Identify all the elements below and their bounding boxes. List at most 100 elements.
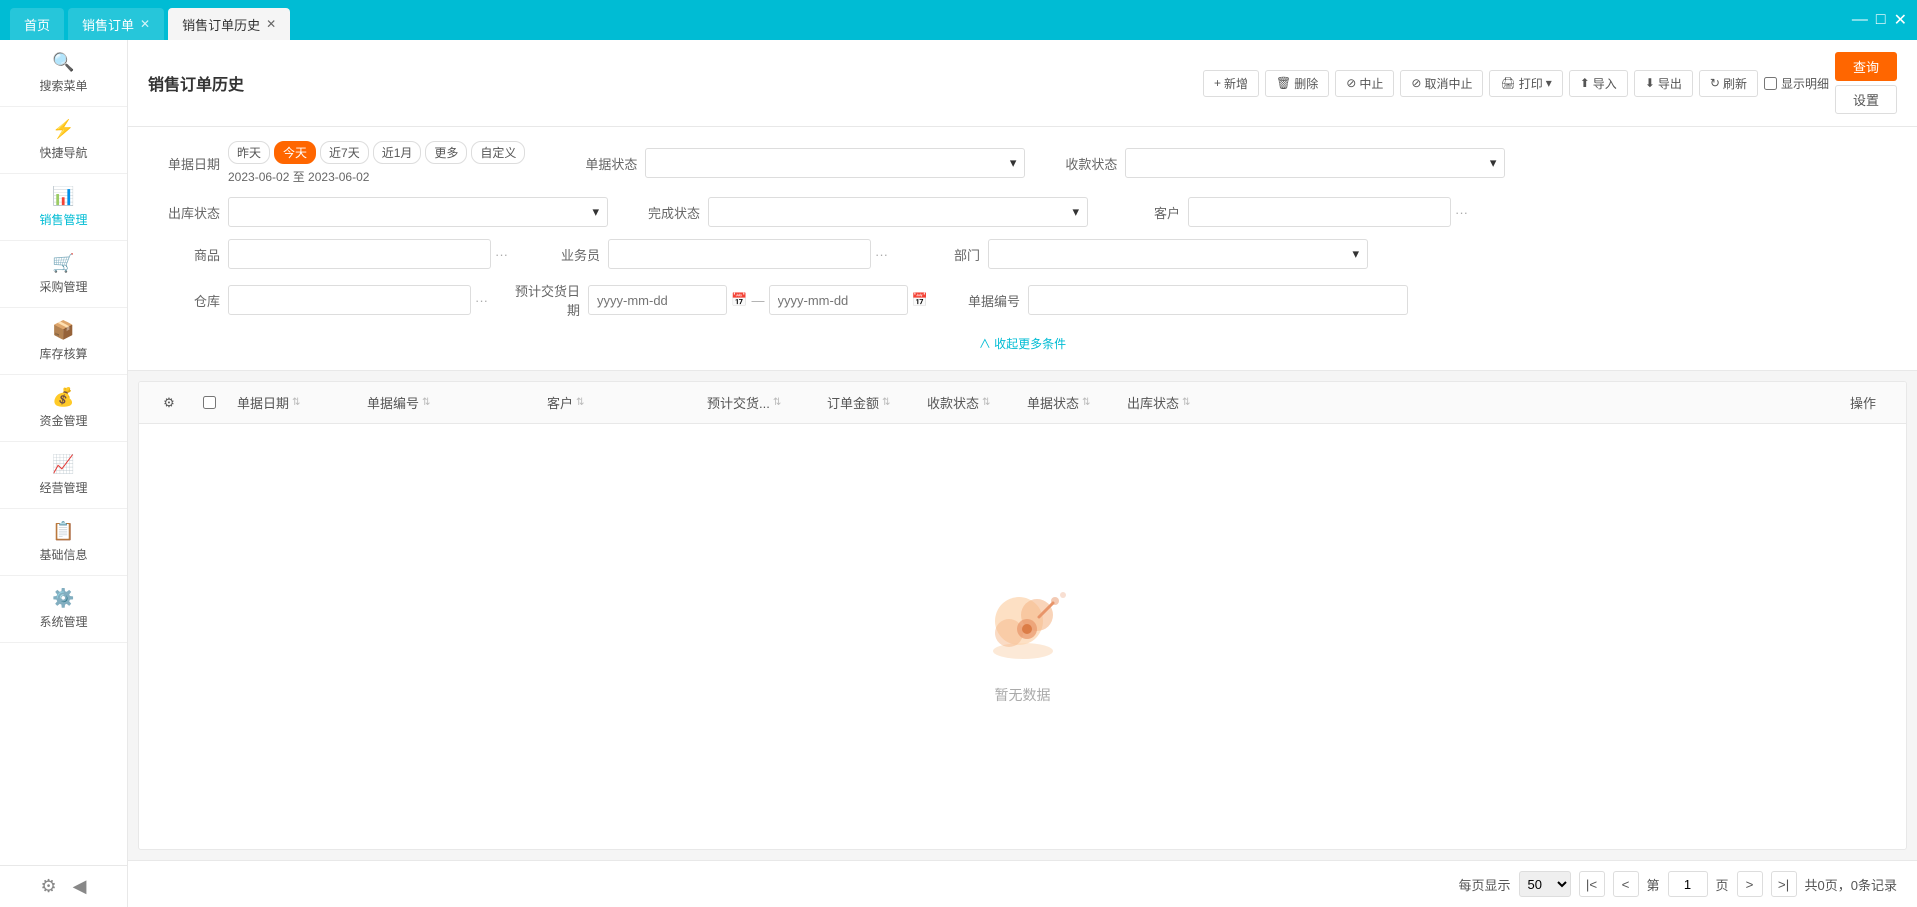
sidebar-item-inventory[interactable]: 📦 库存核算 (0, 308, 127, 375)
sidebar-item-search[interactable]: 🔍 搜索菜单 (0, 40, 127, 107)
sort-amount-icon[interactable]: ⇅ (882, 397, 890, 408)
prev-page-button[interactable]: < (1613, 871, 1639, 897)
expected-date-from[interactable] (588, 285, 727, 315)
next-page-button[interactable]: > (1737, 871, 1763, 897)
empty-text: 暂无数据 (995, 685, 1051, 705)
th-check[interactable] (189, 396, 229, 409)
per-page-select[interactable]: 10 20 50 100 (1519, 871, 1571, 897)
sidebar-collapse-icon[interactable]: ◀ (73, 876, 87, 897)
date-1month-btn[interactable]: 近1月 (373, 141, 422, 164)
date-more-btn[interactable]: 更多 (425, 141, 467, 164)
sidebar-item-basic[interactable]: 📋 基础信息 (0, 509, 127, 576)
filter-area: 单据日期 昨天 今天 近7天 近1月 更多 自定义 2023-06-02 至 2… (128, 127, 1917, 371)
cancel-stop-icon: ⊘ (1411, 76, 1421, 90)
empty-state: 暂无数据 (139, 424, 1906, 849)
goods-input[interactable] (228, 239, 491, 269)
date-quick-btns: 昨天 今天 近7天 近1月 更多 自定义 (228, 141, 525, 164)
refresh-button[interactable]: ↻ 刷新 (1699, 70, 1758, 97)
expected-date-to[interactable] (769, 285, 908, 315)
collapse-bar[interactable]: ∧ 收起更多条件 (148, 331, 1897, 356)
tab-sales-order[interactable]: 销售订单 ✕ (68, 8, 164, 40)
table-header: ⚙ 单据日期 ⇅ 单据编号 ⇅ 客户 ⇅ 预计交货... (139, 382, 1906, 424)
date-custom-btn[interactable]: 自定义 (471, 141, 525, 164)
bill-number-input[interactable] (1028, 285, 1408, 315)
content-area: 销售订单历史 + 新增 🗑 删除 ⊘ 中止 ⊘ 取消中止 (128, 40, 1917, 907)
date-yesterday-btn[interactable]: 昨天 (228, 141, 270, 164)
sort-payment-icon[interactable]: ⇅ (982, 397, 990, 408)
display-detail-checkbox[interactable] (1764, 77, 1777, 90)
payment-status-control: ▾ (1125, 148, 1505, 178)
sidebar-item-sales[interactable]: 📊 销售管理 (0, 174, 127, 241)
out-stock-select[interactable]: ▾ (228, 197, 608, 227)
calendar-from-icon[interactable]: 📅 (731, 292, 747, 308)
last-page-button[interactable]: >| (1771, 871, 1797, 897)
sort-billno-icon[interactable]: ⇅ (422, 397, 430, 408)
sort-outstock-icon[interactable]: ⇅ (1182, 397, 1190, 408)
sidebar-item-purchase[interactable]: 🛒 采购管理 (0, 241, 127, 308)
customer-picker-icon[interactable]: ··· (1455, 205, 1468, 220)
salesman-input[interactable] (608, 239, 871, 269)
dept-label: 部门 (908, 245, 988, 264)
dept-dropdown-icon: ▾ (1352, 246, 1359, 262)
gear-settings-icon[interactable]: ⚙ (163, 395, 175, 411)
salesman-control: ··· (608, 239, 888, 269)
close-button[interactable]: ✕ (1894, 10, 1907, 30)
date-7days-btn[interactable]: 近7天 (320, 141, 369, 164)
tab-sales-order-history[interactable]: 销售订单历史 ✕ (168, 8, 290, 40)
salesman-picker-icon[interactable]: ··· (875, 247, 888, 262)
stop-button[interactable]: ⊘ 中止 (1335, 70, 1394, 97)
close-history-tab[interactable]: ✕ (266, 17, 276, 31)
filter-row-2: 出库状态 ▾ 完成状态 ▾ 客户 ··· (148, 197, 1897, 227)
sidebar-item-finance-label: 资金管理 (39, 412, 87, 429)
new-button[interactable]: + 新增 (1203, 70, 1259, 97)
warehouse-picker-icon[interactable]: ··· (475, 293, 488, 308)
dept-select[interactable]: ▾ (988, 239, 1368, 269)
sort-date-icon[interactable]: ⇅ (292, 397, 300, 408)
goods-picker-icon[interactable]: ··· (495, 247, 508, 262)
sidebar-item-search-label: 搜索菜单 (39, 77, 87, 94)
sidebar-item-quick-nav[interactable]: ⚡ 快捷导航 (0, 107, 127, 174)
purchase-icon: 🛒 (52, 253, 74, 274)
out-stock-control: ▾ (228, 197, 608, 227)
print-button[interactable]: 🖨 打印 ▾ (1489, 70, 1562, 97)
warehouse-input[interactable] (228, 285, 471, 315)
sidebar-item-operations[interactable]: 📈 经营管理 (0, 442, 127, 509)
finance-icon: 💰 (52, 387, 74, 408)
select-all-checkbox[interactable] (203, 396, 216, 409)
warehouse-control: ··· (228, 285, 488, 315)
sort-delivery-icon[interactable]: ⇅ (773, 397, 781, 408)
sidebar-item-system-label: 系统管理 (39, 613, 87, 630)
date-today-btn[interactable]: 今天 (274, 141, 316, 164)
tab-home[interactable]: 首页 (10, 8, 64, 40)
display-detail-label: 显示明细 (1781, 75, 1829, 92)
table-area: ⚙ 单据日期 ⇅ 单据编号 ⇅ 客户 ⇅ 预计交货... (138, 381, 1907, 850)
sidebar-settings-icon[interactable]: ⚙ (41, 876, 57, 897)
system-icon: ⚙️ (52, 588, 74, 609)
th-amount: 订单金额 ⇅ (819, 393, 919, 412)
maximize-button[interactable]: □ (1876, 11, 1886, 29)
sort-customer-icon[interactable]: ⇅ (576, 397, 584, 408)
page-number-input[interactable] (1668, 871, 1708, 897)
customer-input[interactable] (1188, 197, 1451, 227)
query-button[interactable]: 查询 (1835, 52, 1897, 81)
payment-status-select[interactable]: ▾ (1125, 148, 1505, 178)
filter-row-4: 仓库 ··· 预计交货日期 📅 — 📅 单据编号 (148, 281, 1897, 319)
first-page-button[interactable]: |< (1579, 871, 1605, 897)
sort-status-icon[interactable]: ⇅ (1082, 397, 1090, 408)
export-button[interactable]: ⬇ 导出 (1634, 70, 1693, 97)
minimize-button[interactable]: — (1852, 11, 1868, 29)
calendar-to-icon[interactable]: 📅 (912, 292, 928, 308)
import-button[interactable]: ⬆ 导入 (1569, 70, 1628, 97)
out-stock-dropdown-icon: ▾ (592, 204, 599, 220)
cancel-stop-button[interactable]: ⊘ 取消中止 (1400, 70, 1483, 97)
complete-status-select[interactable]: ▾ (708, 197, 1088, 227)
setting-button[interactable]: 设置 (1835, 85, 1897, 114)
sidebar-item-system[interactable]: ⚙️ 系统管理 (0, 576, 127, 643)
search-icon: 🔍 (52, 52, 74, 73)
sidebar-item-finance[interactable]: 💰 资金管理 (0, 375, 127, 442)
delete-button[interactable]: 🗑 删除 (1265, 70, 1329, 97)
bill-status-select[interactable]: ▾ (645, 148, 1025, 178)
th-gear[interactable]: ⚙ (149, 395, 189, 411)
close-sales-order-tab[interactable]: ✕ (140, 17, 150, 31)
sales-icon: 📊 (52, 186, 74, 207)
